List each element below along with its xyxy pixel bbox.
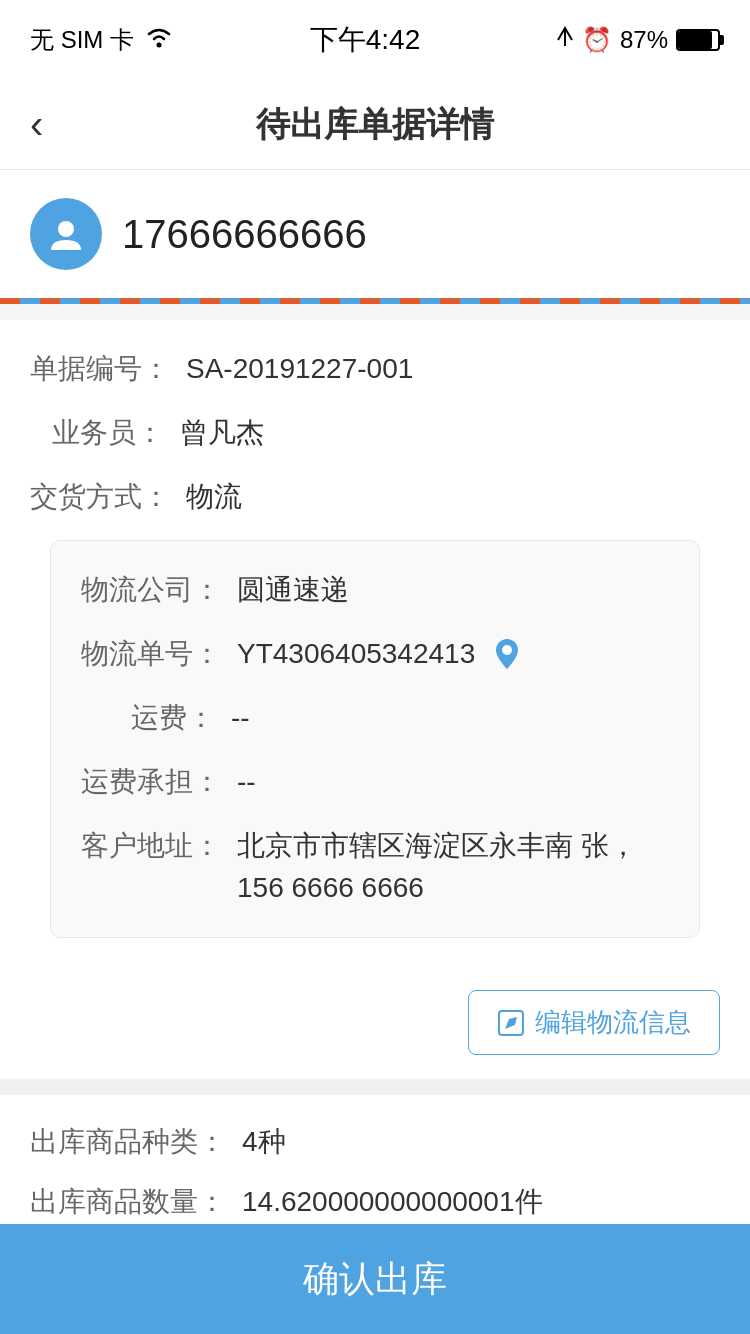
logistics-company-label: 物流公司： <box>81 569 237 611</box>
goods-type-row: 出库商品种类： 4种 <box>30 1123 720 1161</box>
bottom-bar: 确认出库 <box>0 1224 750 1334</box>
edit-icon <box>497 1009 525 1037</box>
document-number-row: 单据编号： SA-20191227-001 <box>30 348 720 390</box>
staff-row: 业务员： 曾凡杰 <box>30 412 720 454</box>
svg-point-2 <box>58 221 74 237</box>
tracking-location-icon[interactable] <box>489 636 525 672</box>
logistics-tracking-row: 物流单号： YT4306405342413 <box>81 633 669 675</box>
status-bar: 无 SIM 卡 下午4:42 ⏰ 87% <box>0 0 750 80</box>
status-left: 无 SIM 卡 <box>30 24 174 56</box>
freight-row: 运费： -- <box>81 697 669 739</box>
edit-btn-row: 编辑物流信息 <box>0 966 750 1079</box>
dashed-divider <box>0 298 750 304</box>
document-info-section: 单据编号： SA-20191227-001 业务员： 曾凡杰 交货方式： 物流 … <box>0 320 750 966</box>
freight-value: -- <box>231 697 669 739</box>
logistics-card: 物流公司： 圆通速递 物流单号： YT4306405342413 运费： -- … <box>50 540 700 938</box>
goods-quantity-row: 出库商品数量： 14.620000000000001件 <box>30 1183 720 1221</box>
location-icon <box>556 26 574 54</box>
wifi-icon <box>144 26 174 54</box>
back-button[interactable]: ‹ <box>30 102 43 147</box>
staff-label: 业务员： <box>30 412 180 454</box>
battery-percent: 87% <box>620 26 668 54</box>
section-divider <box>0 1079 750 1095</box>
page-title: 待出库单据详情 <box>256 102 494 148</box>
avatar <box>30 198 102 270</box>
svg-point-0 <box>157 43 162 48</box>
address-label: 客户地址： <box>81 825 237 867</box>
logistics-company-row: 物流公司： 圆通速递 <box>81 569 669 611</box>
freight-bear-label: 运费承担： <box>81 761 237 803</box>
confirm-outbound-button[interactable]: 确认出库 <box>303 1255 447 1304</box>
freight-label: 运费： <box>81 697 231 739</box>
logistics-company-value: 圆通速递 <box>237 569 669 611</box>
status-right: ⏰ 87% <box>556 26 720 54</box>
goods-type-label: 出库商品种类： <box>30 1123 242 1161</box>
page: 无 SIM 卡 下午4:42 ⏰ 87% <box>0 0 750 1334</box>
goods-quantity-label: 出库商品数量： <box>30 1183 242 1221</box>
freight-bear-value: -- <box>237 761 669 803</box>
address-value: 北京市市辖区海淀区永丰南 张，156 6666 6666 <box>237 825 669 909</box>
nav-bar: ‹ 待出库单据详情 <box>0 80 750 170</box>
status-time: 下午4:42 <box>310 21 421 59</box>
staff-value: 曾凡杰 <box>180 412 720 454</box>
delivery-value: 物流 <box>186 476 720 518</box>
logistics-tracking-value: YT4306405342413 <box>237 633 669 675</box>
delivery-row: 交货方式： 物流 <box>30 476 720 518</box>
user-phone: 17666666666 <box>122 212 367 257</box>
edit-logistics-button[interactable]: 编辑物流信息 <box>468 990 720 1055</box>
goods-quantity-value: 14.620000000000001件 <box>242 1183 543 1221</box>
carrier-label: 无 SIM 卡 <box>30 24 134 56</box>
delivery-label: 交货方式： <box>30 476 186 518</box>
document-number-label: 单据编号： <box>30 348 186 390</box>
user-header: 17666666666 <box>0 170 750 298</box>
alarm-icon: ⏰ <box>582 26 612 54</box>
document-number-value: SA-20191227-001 <box>186 348 720 390</box>
battery-icon <box>676 29 720 51</box>
freight-bear-row: 运费承担： -- <box>81 761 669 803</box>
goods-type-value: 4种 <box>242 1123 286 1161</box>
address-row: 客户地址： 北京市市辖区海淀区永丰南 张，156 6666 6666 <box>81 825 669 909</box>
svg-point-3 <box>502 645 512 655</box>
edit-logistics-label: 编辑物流信息 <box>535 1005 691 1040</box>
logistics-tracking-label: 物流单号： <box>81 633 237 675</box>
